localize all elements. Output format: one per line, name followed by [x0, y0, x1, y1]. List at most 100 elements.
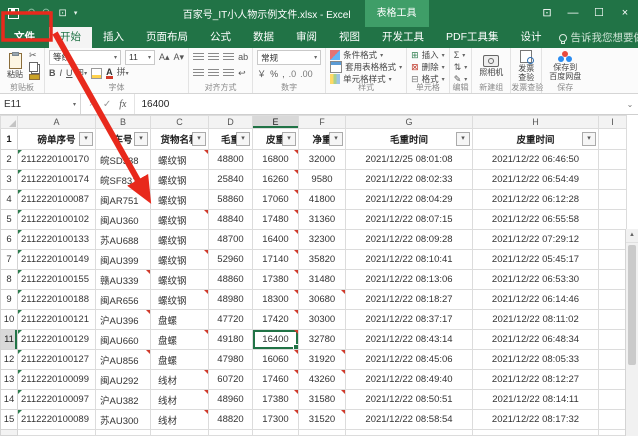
cell[interactable]: 17140	[253, 250, 299, 270]
cell[interactable]: 30680	[299, 290, 346, 310]
cell[interactable]: 盘螺	[151, 330, 209, 350]
cell[interactable]: 31520	[299, 410, 346, 430]
cell-empty[interactable]	[599, 350, 627, 370]
column-header-g[interactable]: G	[346, 116, 473, 129]
phonetic-guide-button[interactable]: 拼▾	[117, 67, 129, 79]
align-bottom-icon[interactable]	[223, 53, 234, 61]
row-number[interactable]: 6	[1, 230, 18, 250]
cell[interactable]: 31360	[299, 210, 346, 230]
column-header-d[interactable]: D	[209, 116, 253, 129]
cell[interactable]: 2021/12/22 08:18:27	[346, 290, 473, 310]
cell[interactable]: 2021/12/22 06:46:50	[473, 150, 599, 170]
cell[interactable]: 螺纹钢	[151, 290, 209, 310]
cell[interactable]: 2021/12/22 08:58:54	[346, 410, 473, 430]
header-cell[interactable]: 毛重▾	[209, 129, 253, 150]
cell[interactable]: 2112220100097	[18, 390, 96, 410]
underline-button[interactable]: U	[66, 68, 73, 78]
cell[interactable]: 2112220100121	[18, 310, 96, 330]
filter-icon[interactable]: ▾	[456, 132, 470, 146]
row-number[interactable]: 14	[1, 390, 18, 410]
wrap-text-icon[interactable]: ↩	[238, 68, 246, 78]
header-cell[interactable]: 车号▾	[96, 129, 151, 150]
cell[interactable]: 螺纹钢	[151, 270, 209, 290]
cell[interactable]: 48820	[209, 410, 253, 430]
cell[interactable]: 32300	[299, 230, 346, 250]
cell[interactable]: 皖SD338	[96, 150, 151, 170]
cell[interactable]: 17380	[253, 390, 299, 410]
enter-icon[interactable]: ✓	[103, 99, 111, 110]
cancel-icon[interactable]: ×	[89, 99, 95, 110]
sort-filter-button[interactable]: ⇅▾	[454, 62, 468, 72]
cell[interactable]: 31480	[299, 270, 346, 290]
increase-decimal-icon[interactable]: .0	[289, 69, 297, 79]
column-header-b[interactable]: B	[96, 116, 151, 129]
filter-icon[interactable]: ▾	[329, 132, 343, 146]
cell[interactable]: 31920	[299, 350, 346, 370]
cell[interactable]: 2021/12/22 08:50:51	[346, 390, 473, 410]
align-center-icon[interactable]	[208, 69, 219, 77]
cell[interactable]: 闽AU292	[96, 370, 151, 390]
tab-data[interactable]: 数据	[242, 27, 285, 48]
paste-button[interactable]: 粘贴	[4, 50, 26, 82]
cell[interactable]: 线材	[151, 370, 209, 390]
cell[interactable]: 赣AU339	[96, 270, 151, 290]
cell[interactable]: 32780	[299, 330, 346, 350]
align-left-icon[interactable]	[193, 69, 204, 77]
cell[interactable]: 17420	[253, 310, 299, 330]
accounting-format-icon[interactable]: ￥	[257, 69, 266, 79]
vertical-scrollbar[interactable]: ▲	[625, 229, 638, 436]
cell[interactable]: 16800	[253, 150, 299, 170]
autosum-button[interactable]: Σ▾	[454, 50, 468, 60]
bold-button[interactable]: B	[49, 68, 56, 78]
tab-pdf-tools[interactable]: PDF工具集	[435, 27, 510, 48]
row-number[interactable]: 9	[1, 290, 18, 310]
redo-icon[interactable]: ↷	[42, 8, 51, 19]
tab-home[interactable]: 开始	[49, 27, 92, 48]
row-number[interactable]: 3	[1, 170, 18, 190]
cell[interactable]: 2112220100089	[18, 410, 96, 430]
cell[interactable]: 闽AR656	[96, 290, 151, 310]
column-header-f[interactable]: F	[299, 116, 346, 129]
tab-review[interactable]: 审阅	[285, 27, 328, 48]
cell-empty[interactable]	[599, 310, 627, 330]
qat-dropdown-icon[interactable]: ▾	[74, 8, 78, 19]
close-icon[interactable]: ×	[612, 0, 638, 27]
cell[interactable]: 2021/12/22 06:14:46	[473, 290, 599, 310]
copy-icon[interactable]	[29, 62, 38, 72]
cell[interactable]: 2021/12/22 08:05:33	[473, 350, 599, 370]
select-all-corner[interactable]	[1, 116, 18, 129]
cell[interactable]: 48700	[209, 230, 253, 250]
cell-empty[interactable]	[599, 290, 627, 310]
scroll-up-icon[interactable]: ▲	[626, 229, 638, 243]
cell[interactable]: 2021/12/22 08:13:06	[346, 270, 473, 290]
cell[interactable]: 2021/12/22 08:11:02	[473, 310, 599, 330]
cell[interactable]: 2112220100188	[18, 290, 96, 310]
tell-me-box[interactable]: 告诉我您想要做什么...	[559, 27, 638, 48]
cell[interactable]: 2021/12/22 08:43:14	[346, 330, 473, 350]
row-number[interactable]: 1	[1, 129, 18, 150]
row-number[interactable]: 8	[1, 270, 18, 290]
cell-empty[interactable]	[599, 230, 627, 250]
percent-style-icon[interactable]: %	[270, 69, 278, 79]
cell[interactable]: 2112220100174	[18, 170, 96, 190]
font-color-icon[interactable]: A	[106, 68, 113, 79]
column-header-a[interactable]: A	[18, 116, 96, 129]
cell[interactable]: 48840	[209, 210, 253, 230]
cell-empty[interactable]	[599, 190, 627, 210]
cell[interactable]: 螺纹钢	[151, 150, 209, 170]
tab-page-layout[interactable]: 页面布局	[135, 27, 199, 48]
cell[interactable]: 16260	[253, 170, 299, 190]
header-cell[interactable]: 净重▾	[299, 129, 346, 150]
cell[interactable]: 2112220100149	[18, 250, 96, 270]
cell[interactable]: 线材	[151, 390, 209, 410]
header-cell[interactable]: 毛重时间▾	[346, 129, 473, 150]
cell[interactable]: 沪AU856	[96, 350, 151, 370]
cell[interactable]: 31580	[299, 390, 346, 410]
cell[interactable]: 盘螺	[151, 350, 209, 370]
row-number[interactable]: 11	[1, 330, 18, 350]
tab-developer[interactable]: 开发工具	[371, 27, 435, 48]
filter-icon[interactable]: ▾	[79, 132, 93, 146]
maximize-icon[interactable]: ☐	[586, 0, 612, 27]
decrease-decimal-icon[interactable]: .00	[300, 69, 313, 79]
filter-icon[interactable]: ▾	[192, 132, 206, 146]
